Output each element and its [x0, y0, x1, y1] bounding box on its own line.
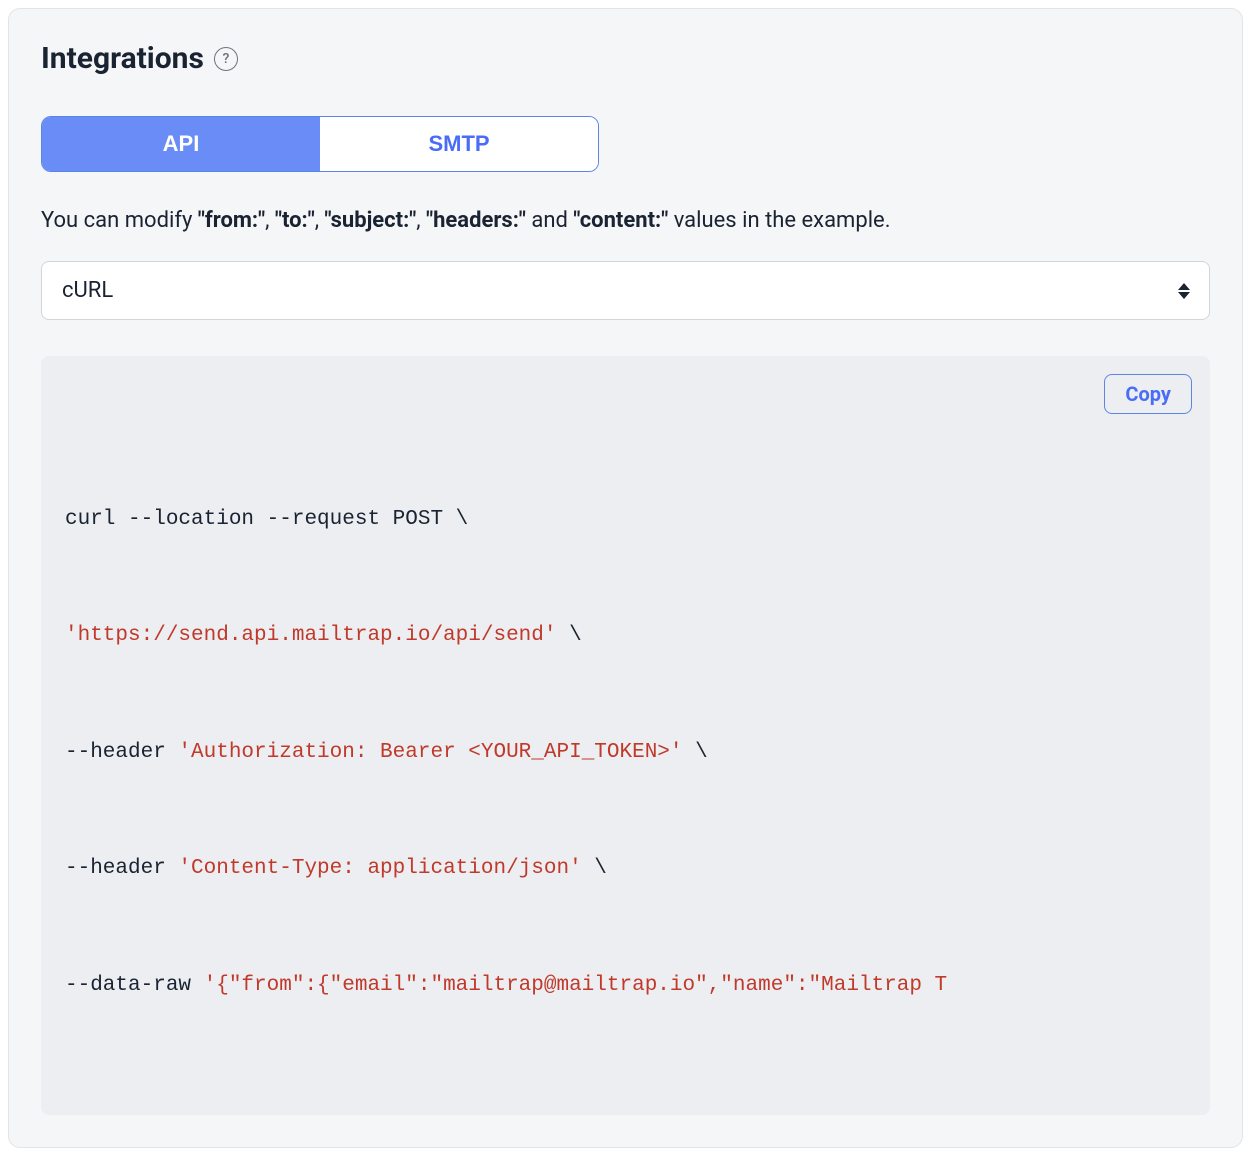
code-line-5: --data-raw '{"from":{"email":"mailtrap@m…: [65, 967, 1186, 1006]
instruction-text: You can modify "from:", "to:", "subject:…: [41, 208, 1210, 233]
copy-button[interactable]: Copy: [1104, 374, 1192, 414]
language-select[interactable]: cURL: [41, 261, 1210, 320]
header-row: Integrations ?: [41, 41, 1210, 76]
language-select-wrapper: cURL: [41, 261, 1210, 320]
page-title: Integrations: [41, 41, 204, 76]
field-from: "from:": [198, 208, 265, 233]
field-headers: "headers:": [426, 208, 526, 233]
integration-tabs: API SMTP: [41, 116, 599, 172]
tab-api[interactable]: API: [42, 117, 320, 171]
code-line-3: --header 'Authorization: Bearer <YOUR_AP…: [65, 734, 1186, 773]
help-icon[interactable]: ?: [214, 47, 238, 71]
instruction-prefix: You can modify: [41, 208, 198, 233]
code-line-2: 'https://send.api.mailtrap.io/api/send' …: [65, 617, 1186, 656]
field-subject: "subject:": [325, 208, 417, 233]
code-block: Copy curl --location --request POST \ 'h…: [41, 356, 1210, 1115]
integrations-panel: Integrations ? API SMTP You can modify "…: [8, 8, 1243, 1148]
code-line-4: --header 'Content-Type: application/json…: [65, 850, 1186, 889]
tab-smtp[interactable]: SMTP: [320, 117, 598, 171]
code-line-1: curl --location --request POST \: [65, 501, 1186, 540]
field-content: "content:": [573, 208, 668, 233]
field-to: "to:": [275, 208, 315, 233]
instruction-suffix: values in the example.: [668, 208, 890, 233]
